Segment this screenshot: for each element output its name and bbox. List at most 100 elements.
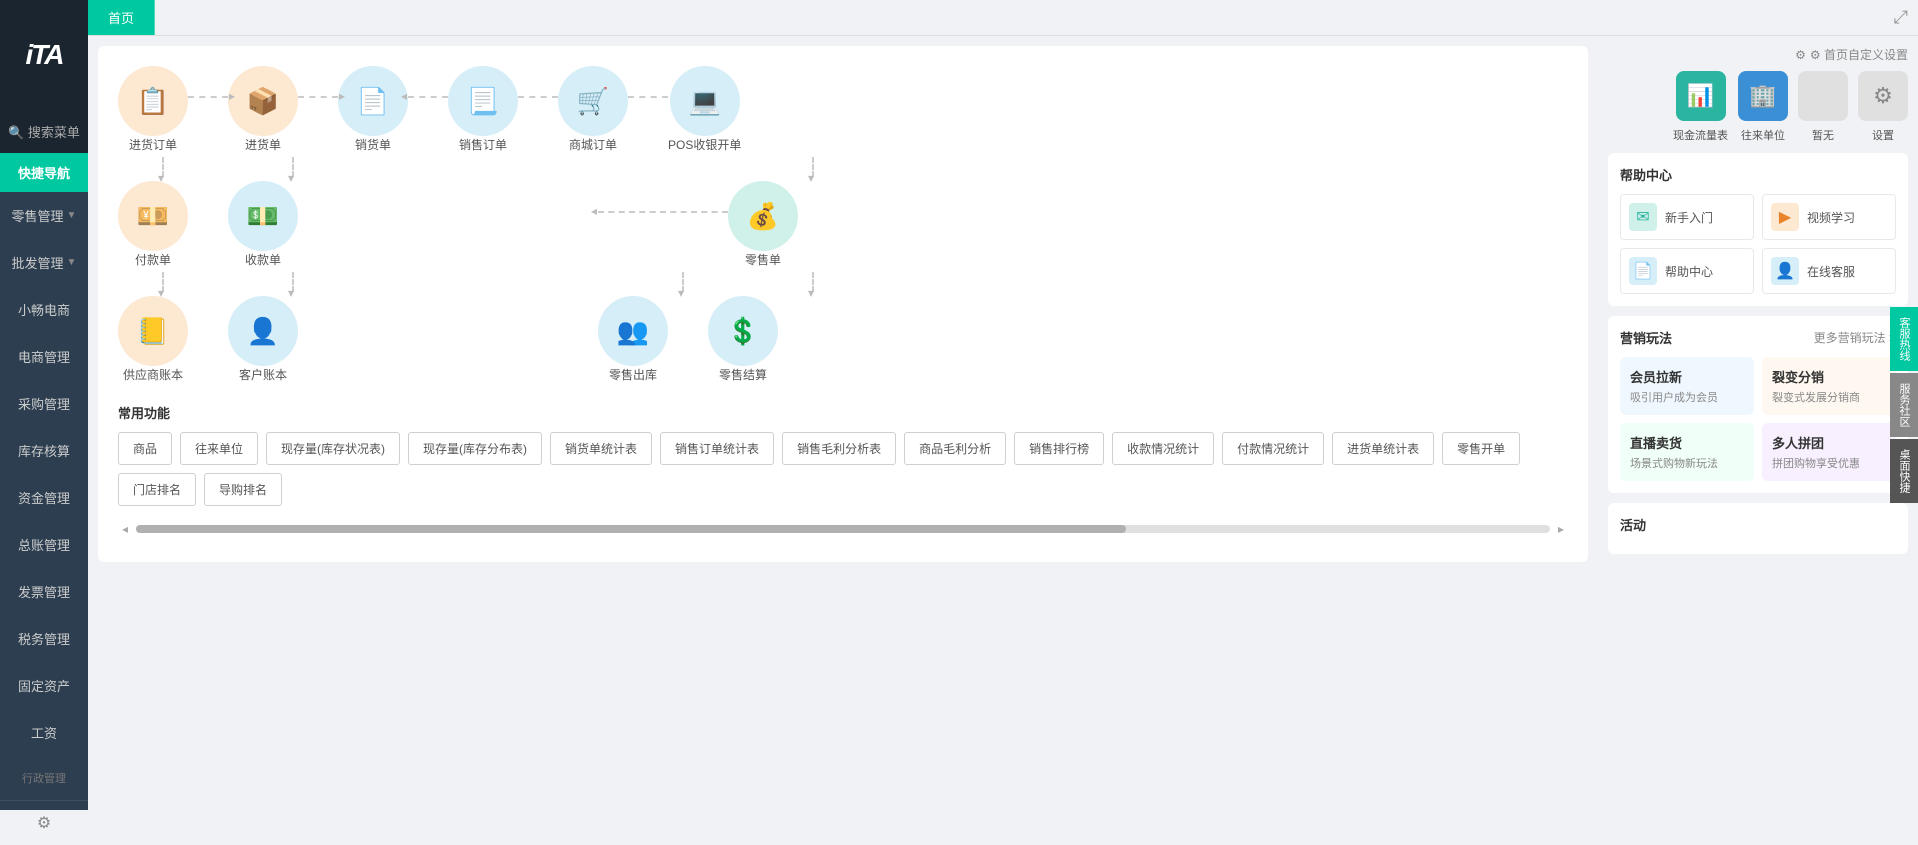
retail-settle-label: 零售结算 — [719, 366, 767, 383]
wf-node-retail[interactable]: 💰 零售单 — [728, 181, 798, 268]
sidebar-item-payroll[interactable]: 工资 — [0, 709, 88, 756]
sidebar-item-inventory[interactable]: 库存核算 — [0, 427, 88, 474]
purchase-order-icon: 📋 — [118, 66, 188, 136]
empty-icon — [1798, 71, 1848, 121]
member-title: 会员拉新 — [1630, 367, 1744, 386]
search-icon: 🔍 — [8, 125, 24, 140]
tab-bar: 首页 ⤢ — [88, 0, 1918, 36]
retail-icon: 💰 — [728, 181, 798, 251]
beginner-label: 新手入门 — [1665, 209, 1713, 226]
help-item-video[interactable]: ▶ 视频学习 — [1762, 194, 1896, 240]
float-btn-hotline[interactable]: 客服热线 — [1890, 307, 1918, 371]
func-btn-retail-order[interactable]: 零售开单 — [1442, 432, 1520, 465]
help-label: 帮助中心 — [1665, 263, 1713, 280]
sale-label: 销货单 — [355, 136, 391, 153]
scroll-right-button[interactable]: ▸ — [1554, 520, 1568, 538]
wf-node-purchase[interactable]: 📦 进货单 — [228, 66, 298, 153]
group-desc: 拼团购物享受优惠 — [1772, 455, 1886, 471]
cashflow-label: 现金流量表 — [1673, 127, 1728, 143]
main-area: 首页 ⤢ 📋 进货订单 — [88, 0, 1918, 810]
sidebar-item-finance[interactable]: 资金管理 — [0, 474, 88, 521]
wf-node-receipt[interactable]: 💵 收款单 — [228, 181, 298, 268]
customer-book-icon: 👤 — [228, 296, 298, 366]
member-desc: 吸引用户成为会员 — [1630, 389, 1744, 405]
purchase-order-label: 进货订单 — [129, 136, 177, 153]
func-btn-payment-stat[interactable]: 付款情况统计 — [1222, 432, 1324, 465]
more-marketing-link[interactable]: 更多营销玩法 > — [1814, 329, 1896, 346]
help-item-support[interactable]: 👤 在线客服 — [1762, 248, 1896, 294]
help-grid: ✉ 新手入门 ▶ 视频学习 📄 帮助中心 👤 在线客服 — [1620, 194, 1896, 294]
chevron-down-icon: ▼ — [67, 257, 77, 268]
func-btn-store-rank[interactable]: 门店排名 — [118, 473, 196, 506]
func-btn-sale-stat[interactable]: 销货单统计表 — [550, 432, 652, 465]
wf-node-retail-out[interactable]: 👥 零售出库 — [598, 296, 668, 383]
marketing-title: 营销玩法 — [1620, 328, 1672, 347]
func-btn-stock-status[interactable]: 现存量(库存状况表) — [266, 432, 400, 465]
func-grid: 商品 往来单位 现存量(库存状况表) 现存量(库存分布表) 销货单统计表 销售订… — [118, 432, 1568, 506]
wf-node-purchase-order[interactable]: 📋 进货订单 — [118, 66, 188, 153]
wf-node-retail-settle[interactable]: 💲 零售结算 — [708, 296, 778, 383]
sidebar-item-invoice[interactable]: 发票管理 — [0, 568, 88, 615]
sidebar-item-admin[interactable]: 行政管理 — [0, 756, 88, 800]
wf-node-customer-book[interactable]: 👤 客户账本 — [228, 296, 298, 383]
fission-desc: 裂变式发展分销商 — [1772, 389, 1886, 405]
float-btn-shortcut[interactable]: 桌面快捷 — [1890, 439, 1918, 503]
chevron-down-icon: ▼ — [67, 210, 77, 221]
func-btn-receipt-stat[interactable]: 收款情况统计 — [1112, 432, 1214, 465]
scroll-track[interactable] — [136, 525, 1550, 533]
wf-node-pos[interactable]: 💻 POS收银开单 — [668, 66, 741, 153]
sidebar-item-ecom[interactable]: 小畅电商 — [0, 286, 88, 333]
marketing-item-live[interactable]: 直播卖货 场景式购物新玩法 — [1620, 423, 1754, 481]
float-buttons: 客服热线 服务社区 桌面快捷 — [1890, 307, 1918, 503]
wf-node-sale-order[interactable]: 📃 销售订单 — [448, 66, 518, 153]
quick-icon-empty[interactable]: 暂无 — [1798, 71, 1848, 143]
marketing-grid: 会员拉新 吸引用户成为会员 裂变分销 裂变式发展分销商 直播卖货 场景式购物新玩… — [1620, 357, 1896, 481]
sidebar-item-tax[interactable]: 税务管理 — [0, 615, 88, 662]
wf-node-supplier-book[interactable]: 📒 供应商账本 — [118, 296, 188, 383]
func-btn-guide-rank[interactable]: 导购排名 — [204, 473, 282, 506]
common-func-section: 常用功能 商品 往来单位 现存量(库存状况表) 现存量(库存分布表) 销货单统计… — [118, 403, 1568, 506]
tab-home[interactable]: 首页 — [88, 0, 155, 35]
marketing-item-group[interactable]: 多人拼团 拼团购物享受优惠 — [1762, 423, 1896, 481]
wf-node-sale[interactable]: 📄 销货单 — [338, 66, 408, 153]
sidebar-item-ledger[interactable]: 总账管理 — [0, 521, 88, 568]
quick-icon-settings[interactable]: ⚙ 设置 — [1858, 71, 1908, 143]
sidebar-item-wholesale[interactable]: 批发管理 ▼ — [0, 239, 88, 286]
sidebar-item-retail[interactable]: 零售管理 ▼ — [0, 192, 88, 239]
sidebar: iTA 🔍 搜索菜单 快捷导航 零售管理 ▼ 批发管理 ▼ 小畅电商 电商管理 … — [0, 0, 88, 810]
func-btn-goods-profit[interactable]: 商品毛利分析 — [904, 432, 1006, 465]
help-item-beginner[interactable]: ✉ 新手入门 — [1620, 194, 1754, 240]
func-btn-sale-profit[interactable]: 销售毛利分析表 — [782, 432, 896, 465]
retail-out-icon: 👥 — [598, 296, 668, 366]
customize-homepage-button[interactable]: ⚙ ⚙ 首页自定义设置 — [1608, 46, 1908, 63]
scroll-thumb — [136, 525, 1126, 533]
scroll-left-button[interactable]: ◂ — [118, 520, 132, 538]
sidebar-item-purchase[interactable]: 采购管理 — [0, 380, 88, 427]
contacts-icon: 🏢 — [1738, 71, 1788, 121]
sidebar-search[interactable]: 🔍 搜索菜单 — [0, 110, 88, 153]
func-btn-sale-order-stat[interactable]: 销售订单统计表 — [660, 432, 774, 465]
func-btn-contacts[interactable]: 往来单位 — [180, 432, 258, 465]
gear-icon: ⚙ — [1795, 48, 1806, 62]
marketing-item-member[interactable]: 会员拉新 吸引用户成为会员 — [1620, 357, 1754, 415]
quick-icon-cashflow[interactable]: 📊 现金流量表 — [1673, 71, 1728, 143]
quick-icon-contacts[interactable]: 🏢 往来单位 — [1738, 71, 1788, 143]
func-btn-sale-rank[interactable]: 销售排行榜 — [1014, 432, 1104, 465]
wf-node-mall-order[interactable]: 🛒 商城订单 — [558, 66, 628, 153]
contacts-label: 往来单位 — [1741, 127, 1785, 143]
func-btn-purchase-stat[interactable]: 进货单统计表 — [1332, 432, 1434, 465]
float-btn-community[interactable]: 服务社区 — [1890, 373, 1918, 437]
sidebar-item-ecom-mgmt[interactable]: 电商管理 — [0, 333, 88, 380]
activity-title: 活动 — [1620, 515, 1896, 534]
wf-node-payment[interactable]: 💴 付款单 — [118, 181, 188, 268]
marketing-item-fission[interactable]: 裂变分销 裂变式发展分销商 — [1762, 357, 1896, 415]
sidebar-item-assets[interactable]: 固定资产 — [0, 662, 88, 709]
pos-label: POS收银开单 — [668, 136, 741, 153]
sidebar-settings-button[interactable]: ⚙ — [0, 800, 88, 845]
expand-icon[interactable]: ⤢ — [1894, 7, 1918, 28]
retail-settle-icon: 💲 — [708, 296, 778, 366]
func-btn-stock-dist[interactable]: 现存量(库存分布表) — [408, 432, 542, 465]
func-btn-goods[interactable]: 商品 — [118, 432, 172, 465]
mall-order-label: 商城订单 — [569, 136, 617, 153]
help-item-help[interactable]: 📄 帮助中心 — [1620, 248, 1754, 294]
